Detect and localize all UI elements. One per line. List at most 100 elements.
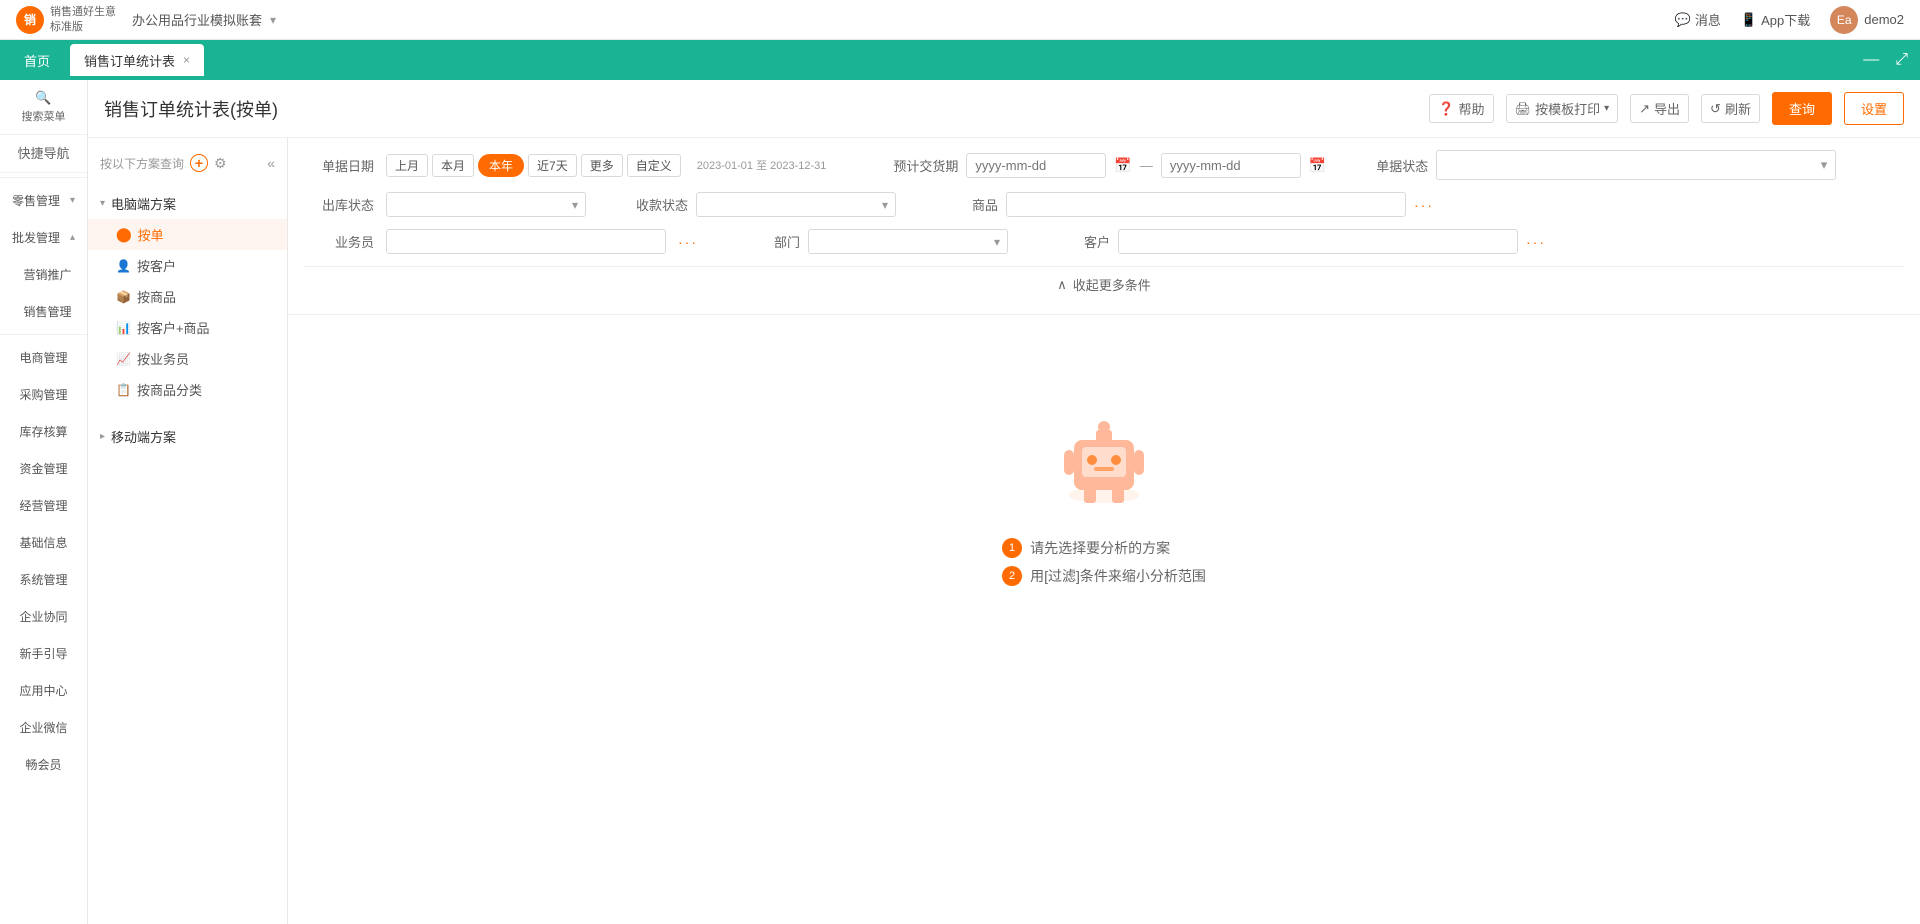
sidebar-item-retail[interactable]: 零售管理 ▾ (0, 182, 87, 219)
ps-add-button[interactable]: + (190, 154, 208, 172)
product-input[interactable] (1006, 192, 1406, 217)
sidebar-item-system[interactable]: 系统管理 (0, 561, 87, 598)
sidebar-nav-shortcuts[interactable]: 快捷导航 (0, 135, 87, 173)
tab-home[interactable]: 首页 (8, 44, 66, 76)
sidebar-item-finance[interactable]: 资金管理 (0, 450, 87, 487)
page-header: 销售订单统计表(按单) ❓ 帮助 🖨 按模板打印 ▾ ↗ 导出 ↺ 刷新 (88, 80, 1920, 138)
user-avatar: Ea (1830, 6, 1858, 34)
ps-item-by-order[interactable]: ⬤ 按单 (88, 219, 287, 250)
by-product-icon: 📦 (116, 290, 131, 304)
export-button[interactable]: ↗ 导出 (1630, 94, 1689, 123)
product-dots-button[interactable]: ··· (1414, 197, 1434, 213)
customer-group: 客户 ··· (1040, 229, 1904, 254)
main-panel: 单据日期 上月 本月 本年 近7天 更多 自定义 2023-01-01 至 20… (288, 138, 1920, 924)
expected-date-label: 预计交货期 (878, 156, 958, 175)
salesman-input[interactable] (386, 229, 666, 254)
ps-item-by-salesman[interactable]: 📈 按业务员 (88, 343, 287, 374)
sidebar-item-corpwx[interactable]: 企业微信 (0, 709, 87, 746)
by-salesman-icon: 📈 (116, 352, 131, 366)
sidebar-item-marketing[interactable]: 营销推广 (0, 256, 87, 293)
ps-item-by-cust-prod[interactable]: 📊 按客户+商品 (88, 312, 287, 343)
tab-minimize-icon[interactable]: — (1859, 47, 1883, 73)
sidebar-item-sales[interactable]: 销售管理 (0, 293, 87, 330)
calendar-start-icon[interactable]: 📅 (1114, 157, 1131, 174)
sidebar-item-operations[interactable]: 经营管理 (0, 487, 87, 524)
logo-icon: 销 (16, 6, 44, 34)
page-title: 销售订单统计表(按单) (104, 96, 278, 122)
ps-settings-icon[interactable]: ⚙ (214, 155, 227, 172)
ps-collapse-icon[interactable]: « (267, 155, 275, 171)
ps-pc-section: ▾ 电脑端方案 ⬤ 按单 👤 按客户 📦 按商品 (88, 180, 287, 413)
sidebar: 🔍 搜索菜单 快捷导航 零售管理 ▾ 批发管理 ▴ 营销推广 销售管理 电商管理… (0, 80, 88, 924)
order-status-select[interactable]: ▾ (1436, 150, 1836, 180)
message-button[interactable]: 💬 消息 (1675, 10, 1721, 29)
sidebar-search[interactable]: 🔍 搜索菜单 (0, 80, 87, 135)
logo-area: 销 销售通好生意 标准版 (16, 5, 116, 34)
date-buttons: 上月 本月 本年 近7天 更多 自定义 (386, 154, 681, 177)
print-icon: 🖨 (1515, 101, 1532, 117)
date-btn-this-month[interactable]: 本月 (432, 154, 474, 177)
date-range-text: 2023-01-01 至 2023-12-31 (697, 157, 827, 173)
collapse-more-button[interactable]: ∧ 收起更多条件 (304, 266, 1904, 302)
tab-maximize-icon[interactable]: ⤢ (1891, 47, 1912, 73)
sidebar-item-basic[interactable]: 基础信息 (0, 524, 87, 561)
date-btn-last-month[interactable]: 上月 (386, 154, 428, 177)
ps-section-label: 按以下方案查询 (100, 155, 184, 172)
ps-section-header: 按以下方案查询 + ⚙ « (88, 146, 287, 180)
department-select[interactable] (808, 229, 1008, 254)
user-area[interactable]: Ea demo2 (1830, 6, 1904, 34)
print-button[interactable]: 🖨 按模板打印 ▾ (1506, 94, 1619, 123)
empty-step-2: 2 用[过滤]条件来缩小分析范围 (1002, 566, 1206, 586)
order-status-arrow-icon: ▾ (1821, 157, 1828, 173)
date-separator: — (1140, 158, 1153, 173)
ps-item-by-customer[interactable]: 👤 按客户 (88, 250, 287, 281)
date-btn-custom[interactable]: 自定义 (627, 154, 681, 177)
customer-input[interactable] (1118, 229, 1518, 254)
product-label: 商品 (928, 195, 998, 214)
refresh-button[interactable]: ↺ 刷新 (1701, 94, 1760, 123)
topbar: 销 销售通好生意 标准版 办公用品行业模拟账套 ▾ 💬 消息 📱 App下载 E… (0, 0, 1920, 40)
expected-date-start[interactable] (966, 153, 1106, 178)
page-sidebar: 按以下方案查询 + ⚙ « ▾ 电脑端方案 ⬤ 按单 👤 (88, 138, 288, 924)
ship-status-wrapper: ▾ (386, 192, 586, 217)
expected-date-end[interactable] (1161, 153, 1301, 178)
date-btn-more[interactable]: 更多 (581, 154, 623, 177)
by-customer-icon: 👤 (116, 259, 131, 273)
ps-pc-section-title[interactable]: ▾ 电脑端方案 (88, 188, 287, 219)
sidebar-item-newbie[interactable]: 新手引导 (0, 635, 87, 672)
empty-illustration (1044, 395, 1164, 518)
ps-item-by-category[interactable]: 📋 按商品分类 (88, 374, 287, 405)
message-icon: 💬 (1675, 12, 1691, 28)
ship-status-select[interactable] (386, 192, 586, 217)
receipt-status-select[interactable] (696, 192, 896, 217)
sidebar-item-ecommerce[interactable]: 电商管理 (0, 339, 87, 376)
sidebar-item-purchase[interactable]: 采购管理 (0, 376, 87, 413)
query-button[interactable]: 查询 (1772, 92, 1832, 125)
sidebar-item-inventory[interactable]: 库存核算 (0, 413, 87, 450)
sidebar-item-appstore[interactable]: 应用中心 (0, 672, 87, 709)
settings-button[interactable]: 设置 (1844, 92, 1904, 125)
refresh-icon: ↺ (1710, 101, 1721, 117)
sidebar-item-wholesale[interactable]: 批发管理 ▴ (0, 219, 87, 256)
date-btn-7days[interactable]: 近7天 (528, 154, 577, 177)
app-download-button[interactable]: 📱 App下载 (1741, 10, 1810, 29)
user-name: demo2 (1864, 12, 1904, 27)
ps-mobile-section-title[interactable]: ▸ 移动端方案 (88, 421, 287, 452)
ps-item-by-product[interactable]: 📦 按商品 (88, 281, 287, 312)
help-button[interactable]: ❓ 帮助 (1429, 94, 1493, 123)
wholesale-arrow-icon: ▴ (70, 232, 75, 243)
receipt-status-label: 收款状态 (618, 195, 688, 214)
sidebar-item-corp[interactable]: 企业协同 (0, 598, 87, 635)
title-arrow-icon[interactable]: ▾ (270, 13, 276, 27)
calendar-end-icon[interactable]: 📅 (1309, 157, 1326, 174)
customer-dots-button[interactable]: ··· (1526, 234, 1546, 250)
filter-row-3: 业务员 ··· 部门 ▾ (304, 229, 1904, 254)
sidebar-item-vip[interactable]: 畅会员 (0, 746, 87, 783)
tab-sales-order-stats[interactable]: 销售订单统计表 × (70, 44, 204, 76)
expected-date-inputs: 📅 — 📅 (966, 153, 1326, 178)
tab-close-icon[interactable]: × (183, 53, 190, 67)
date-btn-this-year[interactable]: 本年 (478, 154, 524, 177)
filter-row-1: 单据日期 上月 本月 本年 近7天 更多 自定义 2023-01-01 至 20… (304, 150, 1904, 180)
step-2-num: 2 (1002, 566, 1022, 586)
salesman-dots-button[interactable]: ··· (678, 234, 698, 250)
